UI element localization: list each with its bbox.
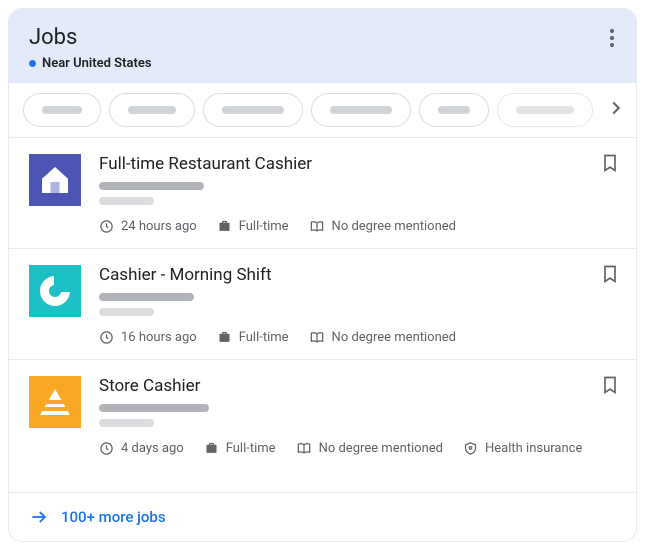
filter-chip[interactable] (311, 93, 411, 127)
job-body: Store Cashier 4 days ago Full-time No de… (99, 376, 618, 456)
employer-placeholder (99, 182, 204, 190)
employer-logo (29, 376, 81, 428)
location-placeholder (99, 197, 154, 205)
chip-placeholder (330, 106, 392, 114)
donut-icon (40, 276, 70, 306)
employer-placeholder (99, 404, 209, 412)
more-jobs-link[interactable]: 100+ more jobs (9, 492, 636, 541)
filter-chip[interactable] (203, 93, 303, 127)
more-jobs-text: 100+ more jobs (61, 508, 166, 526)
degree-req: No degree mentioned (309, 330, 456, 345)
employer-logo (29, 154, 81, 206)
job-item[interactable]: Store Cashier 4 days ago Full-time No de… (9, 360, 636, 470)
clock-icon (99, 441, 114, 456)
briefcase-icon (204, 441, 219, 456)
benefit: Health insurance (463, 441, 582, 456)
location-placeholder (99, 419, 154, 427)
arrow-right-icon (29, 507, 49, 527)
employer-placeholder (99, 293, 194, 301)
bookmark-button[interactable] (600, 374, 620, 400)
job-body: Full-time Restaurant Cashier 24 hours ag… (99, 154, 618, 234)
bookmark-icon (600, 374, 620, 396)
chip-placeholder (438, 106, 470, 114)
bookmark-icon (600, 263, 620, 285)
job-item[interactable]: Full-time Restaurant Cashier 24 hours ag… (9, 138, 636, 249)
location-text: Near United States (42, 56, 152, 71)
filter-chip[interactable] (419, 93, 489, 127)
bookmark-icon (600, 152, 620, 174)
filter-chip[interactable] (109, 93, 195, 127)
job-item[interactable]: Cashier - Morning Shift 16 hours ago Ful… (9, 249, 636, 360)
chip-placeholder (42, 106, 82, 114)
chip-placeholder (222, 106, 284, 114)
filter-chip[interactable] (497, 93, 593, 127)
job-meta: 24 hours ago Full-time No degree mention… (99, 219, 618, 234)
job-type: Full-time (204, 441, 276, 456)
book-icon (309, 330, 325, 345)
job-meta: 4 days ago Full-time No degree mentioned… (99, 441, 618, 456)
degree-req: No degree mentioned (296, 441, 443, 456)
job-body: Cashier - Morning Shift 16 hours ago Ful… (99, 265, 618, 345)
job-type: Full-time (217, 330, 289, 345)
page-title: Jobs (29, 25, 616, 50)
job-title: Full-time Restaurant Cashier (99, 154, 618, 174)
triangle-icon (40, 389, 70, 415)
location-placeholder (99, 308, 154, 316)
bookmark-button[interactable] (600, 263, 620, 289)
posted-time: 16 hours ago (99, 330, 197, 345)
clock-icon (99, 330, 114, 345)
chip-placeholder (516, 106, 574, 114)
shield-icon (463, 441, 478, 456)
posted-time: 4 days ago (99, 441, 184, 456)
chips-scroll-right-button[interactable] (601, 93, 631, 127)
filter-chip[interactable] (23, 93, 101, 127)
header: Jobs Near United States (9, 9, 636, 83)
book-icon (309, 219, 325, 234)
overflow-menu-icon[interactable] (606, 25, 618, 51)
briefcase-icon (217, 330, 232, 345)
filter-chips-row (9, 83, 636, 138)
job-type: Full-time (217, 219, 289, 234)
location-dot-icon (29, 60, 36, 67)
clock-icon (99, 219, 114, 234)
job-list: Full-time Restaurant Cashier 24 hours ag… (9, 138, 636, 492)
job-title: Cashier - Morning Shift (99, 265, 618, 285)
job-meta: 16 hours ago Full-time No degree mention… (99, 330, 618, 345)
jobs-card: Jobs Near United States Full-time Restau… (8, 8, 637, 542)
briefcase-icon (217, 219, 232, 234)
location-row[interactable]: Near United States (29, 56, 616, 71)
chip-placeholder (128, 106, 176, 114)
posted-time: 24 hours ago (99, 219, 197, 234)
book-icon (296, 441, 312, 456)
chevron-right-icon (605, 97, 627, 119)
house-icon (42, 167, 68, 193)
bookmark-button[interactable] (600, 152, 620, 178)
employer-logo (29, 265, 81, 317)
degree-req: No degree mentioned (309, 219, 456, 234)
job-title: Store Cashier (99, 376, 618, 396)
